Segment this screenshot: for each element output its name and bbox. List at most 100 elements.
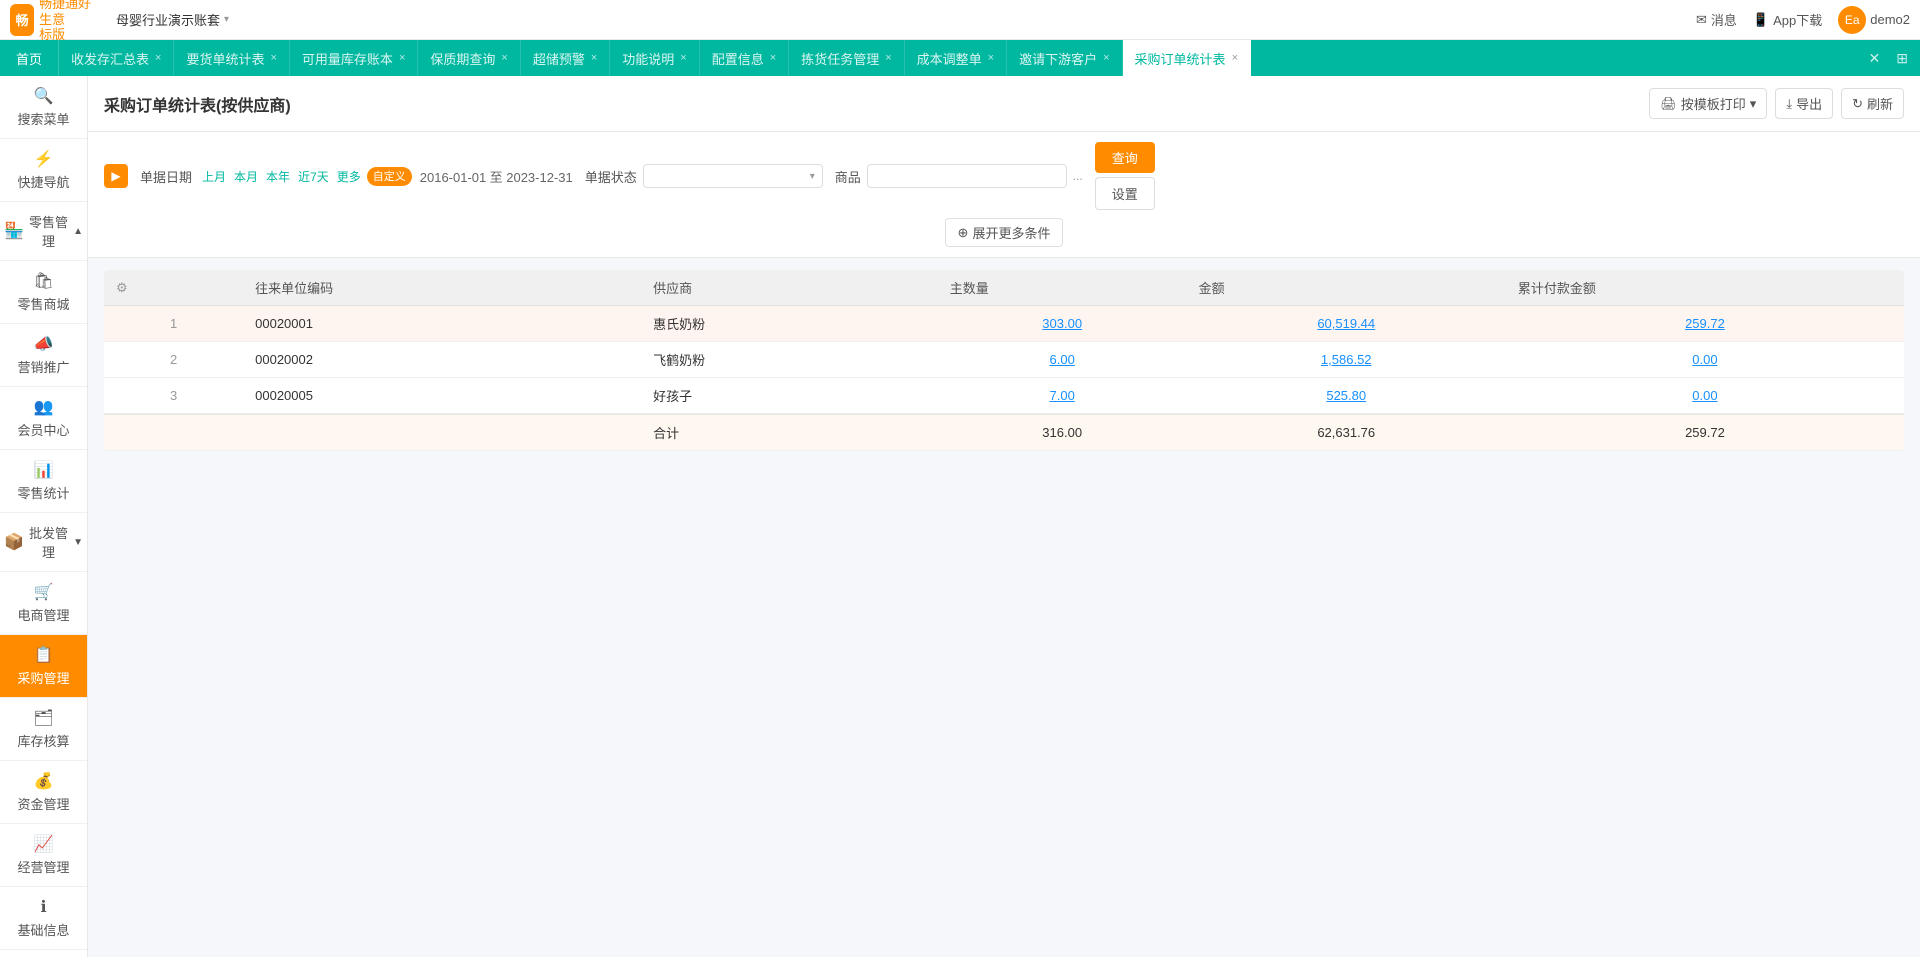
tab-配置信息[interactable]: 配置信息 × [700, 40, 789, 76]
purchase-icon: 📋 [34, 645, 54, 665]
sidebar-item-quick-nav[interactable]: ⚡ 快捷导航 [0, 139, 87, 202]
tab-拣货任务管理[interactable]: 拣货任务管理 × [789, 40, 904, 76]
table-row: 2 00020002 飞鹤奶粉 6.00 1,586.52 0.00 [104, 342, 1904, 378]
date-filter-label: 单据日期 [140, 167, 192, 186]
row-num: 3 [104, 378, 243, 415]
message-button[interactable]: ✉ 消息 [1696, 10, 1737, 29]
sidebar-item-operations[interactable]: 📈 经营管理 [0, 824, 87, 887]
tab-home[interactable]: 首页 [0, 40, 59, 76]
top-right-area: ✉ 消息 📱 App下载 Ea demo2 [1696, 6, 1910, 34]
tab-成本调整单[interactable]: 成本调整单 × [905, 40, 1007, 76]
shortcut-this-month[interactable]: 本月 [232, 167, 260, 186]
org-selector[interactable]: 母婴行业演示账套 ▾ [108, 10, 237, 29]
row-code: 00020005 [243, 378, 641, 415]
row-quantity[interactable]: 7.00 [938, 378, 1187, 415]
row-amount[interactable]: 1,586.52 [1187, 342, 1506, 378]
sidebar-item-finance[interactable]: 💰 资金管理 [0, 761, 87, 824]
row-paid[interactable]: 259.72 [1506, 306, 1904, 342]
sidebar-item-retail-stats[interactable]: 📊 零售统计 [0, 450, 87, 513]
close-tab-icon[interactable]: × [988, 53, 994, 64]
column-settings-icon[interactable]: ⚙ [116, 280, 128, 295]
sidebar-item-inventory[interactable]: 🗂 库存核算 [0, 698, 87, 761]
search-btn-area: 查询 设置 [1095, 142, 1155, 210]
org-chevron-icon: ▾ [224, 14, 229, 25]
sidebar-item-retail-mall[interactable]: 🛍 零售商城 [0, 261, 87, 324]
close-tab-icon[interactable]: × [885, 53, 891, 64]
export-icon: ⤓ [1786, 96, 1792, 112]
row-code: 00020001 [243, 306, 641, 342]
row-quantity[interactable]: 6.00 [938, 342, 1187, 378]
nav-tabs-actions: ✕ ⊞ [1865, 48, 1920, 69]
close-tab-icon[interactable]: × [591, 53, 597, 64]
expand-icon: ⊕ [958, 225, 969, 241]
tab-收发存汇总表[interactable]: 收发存汇总表 × [59, 40, 174, 76]
date-custom-badge[interactable]: 自定义 [367, 167, 412, 186]
quick-nav-icon: ⚡ [34, 149, 54, 169]
close-tab-icon[interactable]: × [1232, 53, 1238, 64]
expand-tabs-button[interactable]: ⊞ [1892, 48, 1912, 69]
footer-amount: 62,631.76 [1187, 414, 1506, 451]
date-shortcuts: 上月 本月 本年 近7天 更多 自定义 [200, 167, 412, 186]
close-tab-icon[interactable]: × [1103, 53, 1109, 64]
row-quantity[interactable]: 303.00 [938, 306, 1187, 342]
row-supplier: 惠氏奶粉 [641, 306, 938, 342]
sidebar-item-basics[interactable]: ℹ 基础信息 [0, 887, 87, 950]
shortcut-more[interactable]: 更多 [335, 167, 363, 186]
shortcut-7days[interactable]: 近7天 [296, 167, 331, 186]
row-paid[interactable]: 0.00 [1506, 378, 1904, 415]
sidebar-item-marketing[interactable]: 📣 营销推广 [0, 324, 87, 387]
th-settings[interactable]: ⚙ [104, 270, 243, 306]
sidebar-item-purchase[interactable]: 📋 采购管理 [0, 635, 87, 698]
row-amount[interactable]: 525.80 [1187, 378, 1506, 415]
page-actions: 🖨 按模板打印 ▾ ⤓ 导出 ↻ 刷新 [1649, 88, 1904, 131]
retail-mall-icon: 🛍 [33, 271, 53, 291]
row-supplier: 飞鹤奶粉 [641, 342, 938, 378]
expand-filters-button[interactable]: ⊕ 展开更多条件 [945, 218, 1064, 247]
close-tab-icon[interactable]: × [155, 53, 161, 64]
sidebar-item-search[interactable]: 🔍 搜索菜单 [0, 76, 87, 139]
more-filters-button[interactable]: ... [1073, 169, 1083, 183]
tab-保质期查询[interactable]: 保质期查询 × [418, 40, 520, 76]
tab-可用量库存账本[interactable]: 可用量库存账本 × [290, 40, 418, 76]
refresh-button[interactable]: ↻ 刷新 [1841, 88, 1904, 119]
shortcut-this-year[interactable]: 本年 [264, 167, 292, 186]
filter-toggle-button[interactable]: ▶ [104, 164, 128, 188]
status-filter: 单据状态 ▾ [585, 164, 823, 188]
row-paid[interactable]: 0.00 [1506, 342, 1904, 378]
row-amount[interactable]: 60,519.44 [1187, 306, 1506, 342]
print-icon: 🖨 [1660, 96, 1677, 112]
basics-icon: ℹ [40, 897, 46, 917]
user-avatar[interactable]: Ea demo2 [1838, 6, 1910, 34]
goods-input[interactable] [867, 164, 1067, 188]
sidebar-item-system[interactable]: ⚙ 系统管理 [0, 950, 87, 957]
close-tab-icon[interactable]: × [399, 53, 405, 64]
search-button[interactable]: 查询 [1095, 142, 1155, 173]
filter-row-1: ▶ 单据日期 上月 本月 本年 近7天 更多 自定义 2016-01-01 至 [104, 142, 1904, 210]
shortcut-last-month[interactable]: 上月 [200, 167, 228, 186]
close-tab-icon[interactable]: × [270, 53, 276, 64]
close-tab-icon[interactable]: × [680, 53, 686, 64]
th-quantity: 主数量 [938, 270, 1187, 306]
close-tab-icon[interactable]: × [770, 53, 776, 64]
sidebar-item-member-center[interactable]: 👥 会员中心 [0, 387, 87, 450]
sidebar-item-wholesale[interactable]: 📦 批发管理 ▼ [0, 513, 87, 572]
tab-超储预警[interactable]: 超储预警 × [521, 40, 610, 76]
app-download-button[interactable]: 📱 App下载 [1753, 10, 1822, 29]
wholesale-icon: 📦 [4, 532, 24, 552]
close-tab-icon[interactable]: × [501, 53, 507, 64]
tab-要货单统计表[interactable]: 要货单统计表 × [174, 40, 289, 76]
sidebar-item-ecommerce[interactable]: 🛒 电商管理 [0, 572, 87, 635]
tab-功能说明[interactable]: 功能说明 × [610, 40, 699, 76]
filter-settings-button[interactable]: 设置 [1095, 177, 1155, 210]
tab-采购订单统计表[interactable]: 采购订单统计表 × [1123, 40, 1251, 76]
close-all-tabs-button[interactable]: ✕ [1865, 48, 1885, 69]
message-icon: ✉ [1696, 12, 1707, 28]
status-select-wrapper: ▾ [643, 164, 823, 188]
status-select[interactable] [643, 164, 823, 188]
tab-邀请下游客户[interactable]: 邀请下游客户 × [1007, 40, 1122, 76]
finance-icon: 💰 [34, 771, 54, 791]
print-button[interactable]: 🖨 按模板打印 ▾ [1649, 88, 1767, 119]
sidebar-item-retail-mgmt[interactable]: 🏪 零售管理 ▲ [0, 202, 87, 261]
table-container: ⚙ 往来单位编码 供应商 主数量 金额 累计付款金额 1 00020001 惠氏… [88, 258, 1920, 957]
export-button[interactable]: ⤓ 导出 [1775, 88, 1833, 119]
